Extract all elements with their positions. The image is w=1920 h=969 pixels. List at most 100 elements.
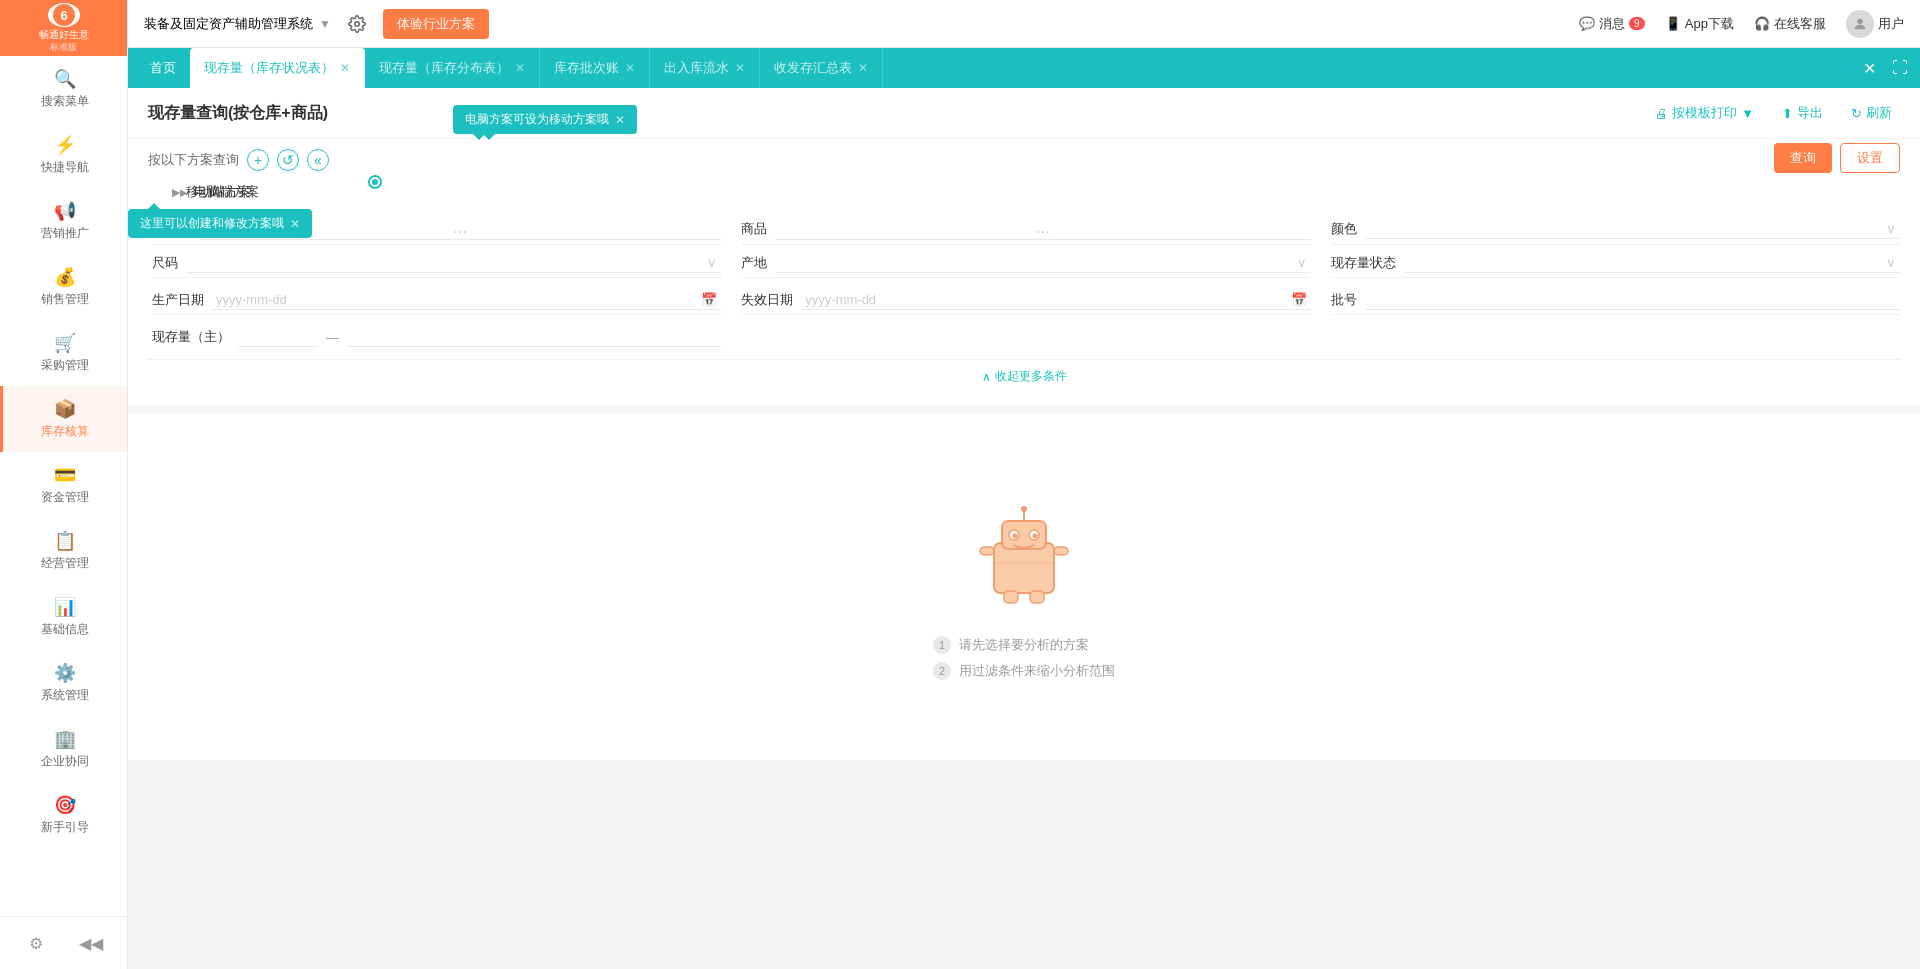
sidebar-logo: 6 畅通好生意 标准版 xyxy=(0,0,127,56)
stock-main-label: 现存量（主） xyxy=(152,328,230,346)
filter-grid-row2: 尺码 ∨ 产地 ∨ 现存量状态 xyxy=(148,245,1900,282)
chevron-down-icon: ∨ xyxy=(1886,255,1896,270)
header-left: 装备及固定资产辅助管理系统 ▼ 体验行业方案 xyxy=(144,9,489,39)
tab-inventory-dist[interactable]: 现存量（库存分布表） ✕ xyxy=(365,48,540,88)
stock-status-select[interactable]: ∨ xyxy=(1404,253,1900,273)
sidebar-item-label: 销售管理 xyxy=(41,291,89,308)
user-btn[interactable]: 用户 xyxy=(1846,10,1904,38)
filter-batch: 批号 xyxy=(1331,286,1900,315)
basic-icon: 📊 xyxy=(54,596,76,618)
expiry-date-input[interactable]: yyyy-mm-dd 📅 xyxy=(801,290,1310,310)
sidebar-item-inventory[interactable]: 📦 库存核算 xyxy=(0,386,127,452)
sidebar-item-basic[interactable]: 📊 基础信息 xyxy=(0,584,127,650)
origin-label: 产地 xyxy=(741,254,767,272)
stock-range-separator: — xyxy=(326,330,339,345)
back-btn[interactable]: « xyxy=(307,149,329,171)
header-right: 💬 消息 9 📱 App下载 🎧 在线客服 用户 xyxy=(1579,10,1904,38)
scheme-list: ▶ 电脑端方案 xyxy=(160,179,267,205)
sidebar-item-enterprise[interactable]: 🏢 企业协同 xyxy=(0,716,127,782)
expiry-date-label: 失效日期 xyxy=(741,291,793,309)
page-header: 现存量查询(按仓库+商品) 🖨 按模板打印 ▼ ⬆ 导出 ↻ 刷新 xyxy=(128,88,1920,139)
stock-main-to[interactable] xyxy=(347,327,721,347)
calendar-icon[interactable]: 📅 xyxy=(1291,292,1307,307)
page-actions: 🖨 按模板打印 ▼ ⬆ 导出 ↻ 刷新 xyxy=(1647,100,1900,126)
empty-illustration xyxy=(964,493,1084,613)
prod-date-input[interactable]: yyyy-mm-dd 📅 xyxy=(212,290,721,310)
batch-input[interactable] xyxy=(1365,290,1900,310)
sidebar-item-label: 新手引导 xyxy=(41,819,89,836)
empty-state: 1 请先选择要分析的方案 2 用过滤条件来缩小分析范围 xyxy=(128,413,1920,760)
tab-inventory-status[interactable]: 现存量（库存状况表） ✕ xyxy=(190,48,365,88)
sidebar-item-label: 采购管理 xyxy=(41,357,89,374)
reset-btn[interactable]: 设置 xyxy=(1840,143,1900,173)
print-btn[interactable]: 🖨 按模板打印 ▼ xyxy=(1647,100,1762,126)
prod-date-label: 生产日期 xyxy=(152,291,204,309)
tab-summary[interactable]: 收发存汇总表 ✕ xyxy=(760,48,883,88)
svg-rect-14 xyxy=(1004,591,1018,603)
message-icon: 💬 xyxy=(1579,16,1595,31)
edit-scheme-btn[interactable]: ↺ xyxy=(277,149,299,171)
system-settings-btn[interactable] xyxy=(343,10,371,38)
tab-close-icon[interactable]: ✕ xyxy=(515,61,525,75)
page-content: 现存量查询(按仓库+商品) 🖨 按模板打印 ▼ ⬆ 导出 ↻ 刷新 xyxy=(128,88,1920,969)
tab-close-all-icon[interactable]: ✕ xyxy=(1859,55,1880,82)
collapse-sidebar-btn[interactable]: ◀◀ xyxy=(77,929,105,957)
tab-close-icon[interactable]: ✕ xyxy=(340,61,350,75)
message-badge: 9 xyxy=(1629,17,1645,30)
add-scheme-btn[interactable]: + xyxy=(247,149,269,171)
sidebar-item-marketing[interactable]: 📢 营销推广 xyxy=(0,188,127,254)
sidebar-item-purchase[interactable]: 🛒 采购管理 xyxy=(0,320,127,386)
tab-batch-account[interactable]: 库存批次账 ✕ xyxy=(540,48,650,88)
avatar xyxy=(1846,10,1874,38)
message-btn[interactable]: 💬 消息 9 xyxy=(1579,15,1645,33)
top-header: 装备及固定资产辅助管理系统 ▼ 体验行业方案 💬 消息 9 📱 App下载 xyxy=(128,0,1920,48)
sidebar-item-operation[interactable]: 📋 经营管理 xyxy=(0,518,127,584)
filter-prod-date: 生产日期 yyyy-mm-dd 📅 xyxy=(152,286,721,315)
sidebar-item-search[interactable]: 🔍 搜索菜单 xyxy=(0,56,127,122)
mobile-scheme-row: ▶ 移动端方案 这里可以创建和修改方案哦 ✕ xyxy=(148,179,1900,209)
refresh-btn[interactable]: ↻ 刷新 xyxy=(1843,100,1900,126)
sidebar-item-sales[interactable]: 💰 销售管理 xyxy=(0,254,127,320)
settings-bottom-btn[interactable]: ⚙ xyxy=(22,929,50,957)
tab-close-icon[interactable]: ✕ xyxy=(735,61,745,75)
scheme-desktop[interactable]: ▶ 电脑端方案 xyxy=(172,179,267,205)
stock-status-label: 现存量状态 xyxy=(1331,254,1396,272)
dot-indicator-wrap xyxy=(370,177,380,187)
empty-tips: 1 请先选择要分析的方案 2 用过滤条件来缩小分析范围 xyxy=(933,636,1115,680)
page-header-top: 现存量查询(按仓库+商品) 🖨 按模板打印 ▼ ⬆ 导出 ↻ 刷新 xyxy=(148,100,1900,126)
goods-label: 商品 xyxy=(741,220,767,238)
filter-label: 按以下方案查询 xyxy=(148,151,239,169)
tooltip-close-icon[interactable]: ✕ xyxy=(290,217,300,231)
tab-close-icon[interactable]: ✕ xyxy=(858,61,868,75)
trial-btn[interactable]: 体验行业方案 xyxy=(383,9,489,39)
print-icon: 🖨 xyxy=(1655,106,1668,121)
tab-close-icon[interactable]: ✕ xyxy=(625,61,635,75)
goods-input[interactable]: ... xyxy=(775,217,1310,240)
color-select[interactable]: ∨ xyxy=(1365,219,1900,239)
search-actions: 查询 设置 xyxy=(1774,143,1900,173)
filter-expiry-date: 失效日期 yyyy-mm-dd 📅 xyxy=(741,286,1310,315)
stock-main-from[interactable] xyxy=(238,327,318,347)
export-btn[interactable]: ⬆ 导出 xyxy=(1774,100,1831,126)
tab-flow[interactable]: 出入库流水 ✕ xyxy=(650,48,760,88)
tab-maximize-icon[interactable]: ⛶ xyxy=(1888,55,1912,81)
tab-home[interactable]: 首页 xyxy=(136,48,190,88)
sidebar-item-system[interactable]: ⚙️ 系统管理 xyxy=(0,650,127,716)
scheme-list-inner: ▶ 电脑端方案 xyxy=(160,179,267,205)
collapse-bar[interactable]: ∧ 收起更多条件 xyxy=(148,359,1900,393)
sidebar-item-guide[interactable]: 🎯 新手引导 xyxy=(0,782,127,848)
app-download-btn[interactable]: 📱 App下载 xyxy=(1665,15,1734,33)
size-select[interactable]: ∨ xyxy=(186,253,721,273)
sidebar-item-quick-nav[interactable]: ⚡ 快捷导航 xyxy=(0,122,127,188)
sidebar-item-finance[interactable]: 💳 资金管理 xyxy=(0,452,127,518)
system-selector[interactable]: 装备及固定资产辅助管理系统 ▼ xyxy=(144,15,331,33)
svg-point-8 xyxy=(1013,534,1018,539)
tab-bar-controls: ✕ ⛶ xyxy=(1859,55,1912,82)
filter-label-row: 按以下方案查询 + ↺ « 电脑方案可设为移动方案哦 ✕ ▶ 电脑端方案 xyxy=(148,139,1900,179)
online-service-btn[interactable]: 🎧 在线客服 xyxy=(1754,15,1826,33)
tooltip-close-icon[interactable]: ✕ xyxy=(615,113,625,127)
search-btn[interactable]: 查询 xyxy=(1774,143,1832,173)
calendar-icon[interactable]: 📅 xyxy=(701,292,717,307)
filter-origin: 产地 ∨ xyxy=(741,249,1310,278)
origin-select[interactable]: ∨ xyxy=(775,253,1310,273)
